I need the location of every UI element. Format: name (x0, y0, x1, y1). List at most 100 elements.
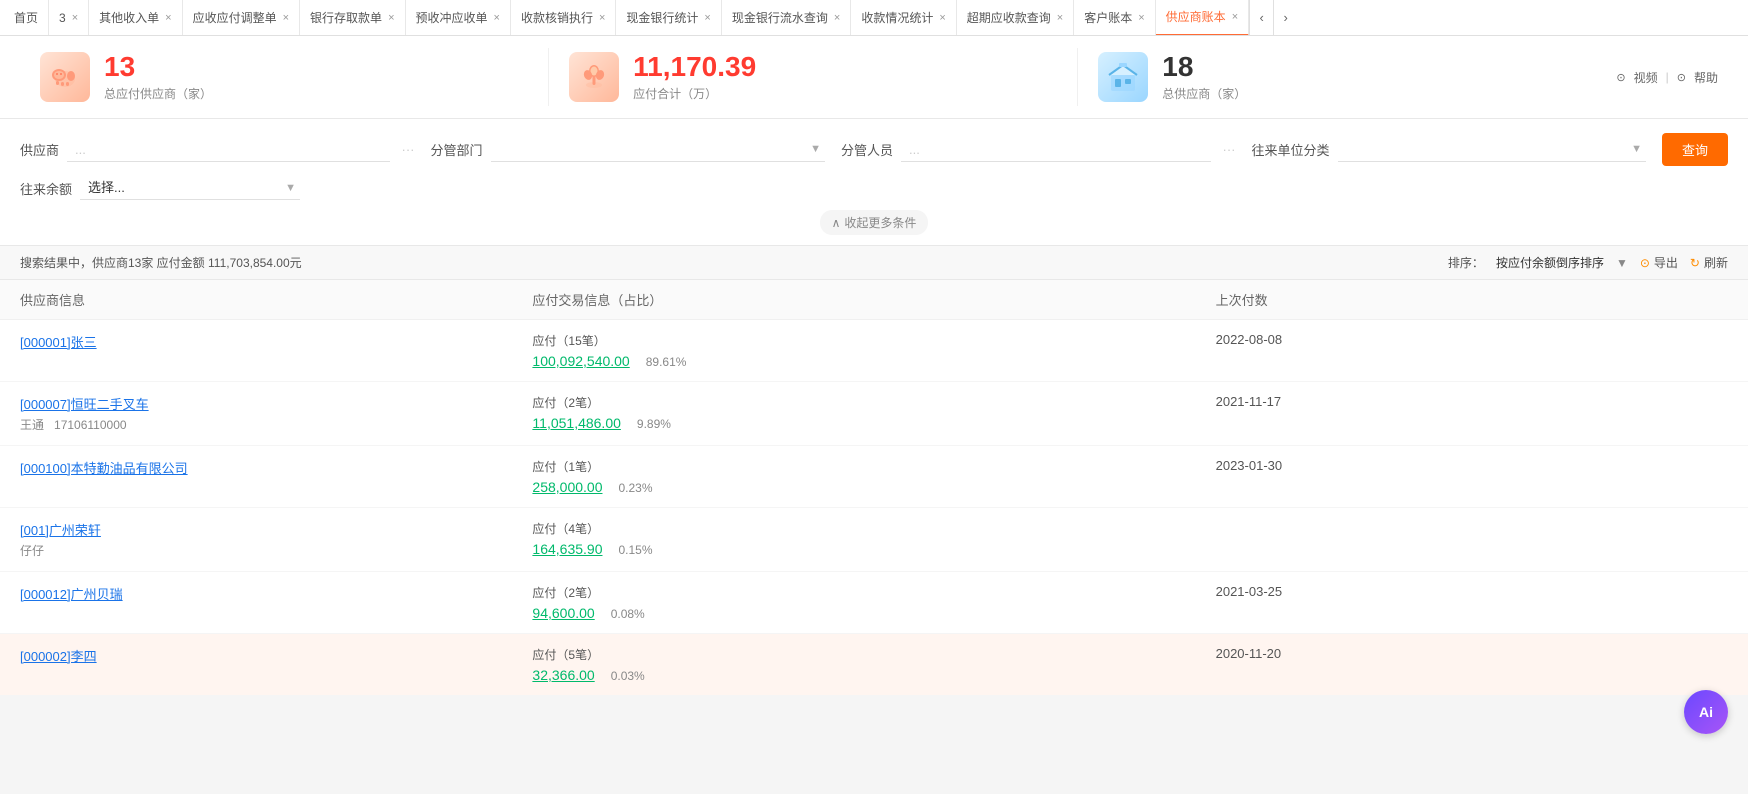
stat-total-suppliers: 18 总供应商（家） (1078, 48, 1606, 106)
filter-row-2: 往来余额 选择... ▼ (20, 176, 1728, 200)
last-pay-5: 2021-03-25 (1216, 584, 1728, 599)
supplier-link-2[interactable]: [000007]恒旺二手叉车 (20, 394, 532, 413)
close-icon[interactable]: × (834, 12, 840, 24)
table-row[interactable]: [000007]恒旺二手叉车 王通 17106110000 应付（2笔） 11,… (0, 382, 1748, 446)
tx-percent-4: 0.15% (618, 543, 652, 557)
tx-amount-6[interactable]: 32,366.00 (532, 667, 594, 683)
tx-row-6: 32,366.00 0.03% (532, 663, 1215, 683)
supplier-link-6[interactable]: [000002]李四 (20, 646, 532, 665)
nav-tab-bank-deposit[interactable]: 银行存取款单 × (300, 0, 405, 36)
supplier-dots-icon[interactable]: ··· (402, 142, 415, 157)
nav-arrow-left[interactable]: ‹ (1249, 0, 1273, 36)
sort-value[interactable]: 按应付余额倒序排序 (1496, 254, 1604, 271)
nav-tab-collection-stats[interactable]: 收款情况统计 × (851, 0, 956, 36)
refresh-label[interactable]: 刷新 (1704, 254, 1728, 271)
collapse-label: 收起更多条件 (844, 214, 916, 231)
nav-tab-3[interactable]: 3 × (49, 0, 89, 36)
chevron-down-icon-sort[interactable]: ▼ (1616, 256, 1628, 270)
nav-tab-supplier-ledger[interactable]: 供应商账本 × (1156, 0, 1249, 36)
payable-suppliers-label: 总应付供应商（家） (104, 85, 212, 102)
payable-total-number: 11,170.39 (633, 52, 756, 83)
tx-amount-4[interactable]: 164,635.90 (532, 541, 602, 557)
close-icon[interactable]: × (283, 12, 289, 24)
nav-tab-supplier-ledger-label: 供应商账本 (1166, 8, 1226, 25)
nav-tab-prepay[interactable]: 预收冲应收单 × (406, 0, 511, 36)
total-suppliers-number: 18 (1162, 52, 1246, 83)
last-pay-1: 2022-08-08 (1216, 332, 1728, 347)
nav-arrow-right[interactable]: › (1273, 0, 1297, 36)
header-transactions: 应付交易信息（占比） (532, 290, 1215, 309)
category-label: 往来单位分类 (1252, 140, 1330, 159)
supplier-info-6: [000002]李四 (20, 646, 532, 665)
pig-icon (40, 52, 90, 102)
supplier-link-4[interactable]: [001]广州荣轩 (20, 520, 532, 539)
close-icon[interactable]: × (1057, 12, 1063, 24)
tx-percent-5: 0.08% (611, 607, 645, 621)
nav-tab-collection[interactable]: 收款核销执行 × (511, 0, 616, 36)
close-icon[interactable]: × (704, 12, 710, 24)
nav-tab-customer-ledger[interactable]: 客户账本 × (1074, 0, 1155, 36)
close-icon[interactable]: × (388, 12, 394, 24)
table-row[interactable]: [001]广州荣轩 仔仔 应付（4笔） 164,635.90 0.15% (0, 508, 1748, 572)
table-row[interactable]: [000100]本特勤油品有限公司 应付（1笔） 258,000.00 0.23… (0, 446, 1748, 508)
tx-label-6: 应付（5笔） (532, 646, 1215, 663)
tx-row-5: 94,600.00 0.08% (532, 601, 1215, 621)
close-icon[interactable]: × (599, 12, 605, 24)
refresh-button[interactable]: ↻ 刷新 (1690, 254, 1728, 271)
table-row[interactable]: [000002]李四 应付（5笔） 32,366.00 0.03% 2020-1… (0, 634, 1748, 696)
nav-tab-other-income[interactable]: 其他收入单 × (89, 0, 182, 36)
export-button[interactable]: ⊙ 导出 (1640, 254, 1678, 271)
chevron-up-icon: ∧ (832, 216, 841, 230)
tx-row-2: 11,051,486.00 9.89% (532, 411, 1215, 431)
supplier-link-5[interactable]: [000012]广州贝瑞 (20, 584, 532, 603)
nav-tab-adjustment[interactable]: 应收应付调整单 × (183, 0, 300, 36)
tx-row-1: 100,092,540.00 89.61% (532, 349, 1215, 369)
nav-tab-home[interactable]: 首页 (4, 0, 49, 36)
supplier-input[interactable] (67, 138, 389, 162)
sort-prefix: 排序： (1448, 254, 1484, 271)
nav-tab-overdue[interactable]: 超期应收款查询 × (957, 0, 1074, 36)
tx-amount-2[interactable]: 11,051,486.00 (532, 415, 621, 431)
tx-percent-3: 0.23% (618, 481, 652, 495)
last-pay-date-5: 2021-03-25 (1216, 584, 1283, 599)
tx-amount-3[interactable]: 258,000.00 (532, 479, 602, 495)
divider: | (1666, 70, 1669, 84)
balance-select[interactable]: 选择... (80, 176, 300, 199)
nav-tab-cash-flow[interactable]: 现金银行流水查询 × (722, 0, 851, 36)
close-icon[interactable]: × (939, 12, 945, 24)
close-icon[interactable]: × (165, 12, 171, 24)
dept-select[interactable] (491, 138, 825, 161)
ai-button[interactable]: Ai (1684, 690, 1728, 734)
search-button[interactable]: 查询 (1662, 133, 1728, 166)
person-input[interactable] (901, 138, 1210, 162)
close-icon[interactable]: × (1232, 11, 1238, 23)
table-row[interactable]: [000001]张三 应付（15笔） 100,092,540.00 89.61%… (0, 320, 1748, 382)
supplier-link-1[interactable]: [000001]张三 (20, 332, 532, 351)
close-icon[interactable]: × (494, 12, 500, 24)
nav-tab-overdue-label: 超期应收款查询 (967, 9, 1051, 26)
result-bar: 搜索结果中，供应商13家 应付金额 111,703,854.00元 排序： 按应… (0, 246, 1748, 280)
tx-amount-1[interactable]: 100,092,540.00 (532, 353, 629, 369)
help-link[interactable]: 帮助 (1694, 69, 1718, 86)
video-link[interactable]: 视频 (1634, 69, 1658, 86)
supplier-link-3[interactable]: [000100]本特勤油品有限公司 (20, 458, 532, 477)
top-right-links: ⊙ 视频 | ⊙ 帮助 (1606, 48, 1728, 106)
export-label[interactable]: 导出 (1654, 254, 1678, 271)
nav-tab-cash-stats[interactable]: 现金银行统计 × (616, 0, 721, 36)
tx-label-3: 应付（1笔） (532, 458, 1215, 475)
payable-suppliers-content: 13 总应付供应商（家） (104, 52, 212, 102)
filter-area: 供应商 ··· 分管部门 ▼ 分管人员 ··· 往来单位分类 (0, 119, 1748, 246)
payable-total-content: 11,170.39 应付合计（万） (633, 52, 756, 102)
stat-payable-suppliers: 13 总应付供应商（家） (20, 48, 549, 106)
table-row[interactable]: [000012]广州贝瑞 应付（2笔） 94,600.00 0.08% 2021… (0, 572, 1748, 634)
supplier-info-2: [000007]恒旺二手叉车 王通 17106110000 (20, 394, 532, 433)
header-last-pay: 上次付数 (1216, 290, 1728, 309)
tx-amount-5[interactable]: 94,600.00 (532, 605, 594, 621)
close-icon[interactable]: × (1138, 12, 1144, 24)
category-select[interactable] (1338, 138, 1646, 161)
collapse-button[interactable]: ∧ 收起更多条件 (820, 210, 929, 235)
close-icon[interactable]: × (72, 12, 78, 24)
supplier-info-4: [001]广州荣轩 仔仔 (20, 520, 532, 559)
person-dots-icon[interactable]: ··· (1223, 142, 1236, 157)
last-pay-date-1: 2022-08-08 (1216, 332, 1283, 347)
